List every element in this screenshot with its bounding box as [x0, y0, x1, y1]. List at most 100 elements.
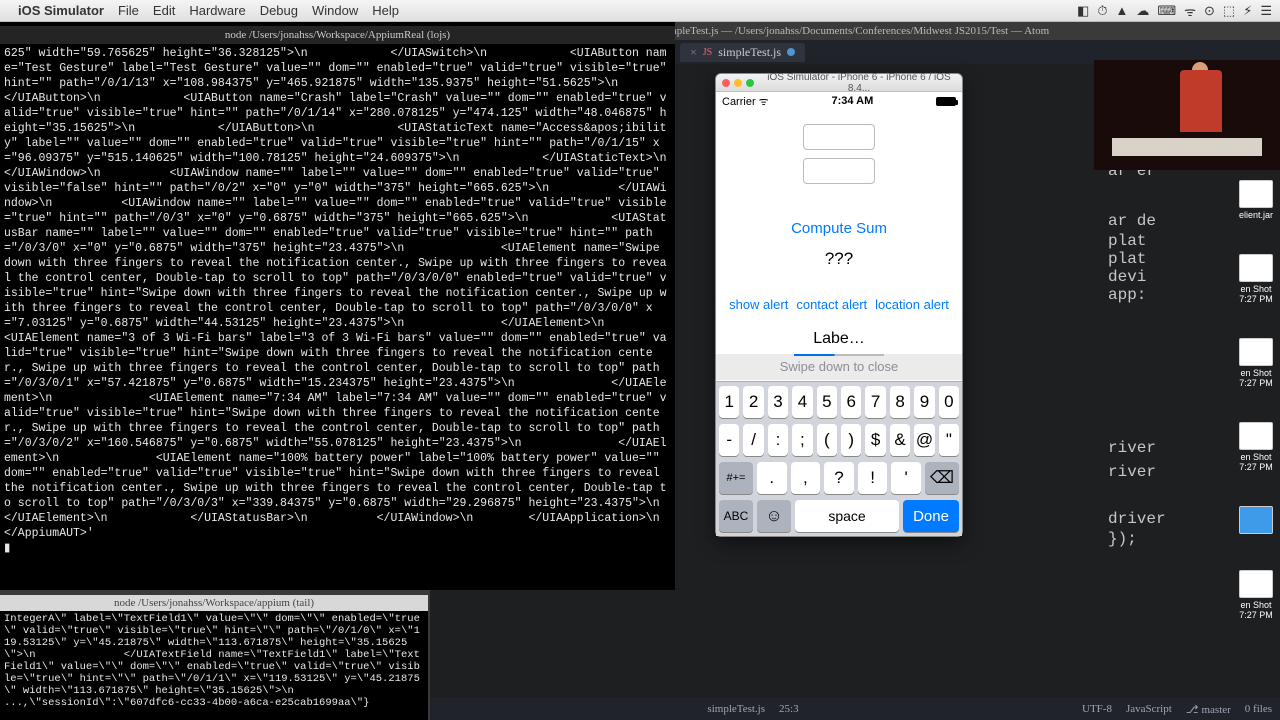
sim-titlebar[interactable]: iOS Simulator - iPhone 6 - iPhone 6 / iO… [716, 74, 962, 92]
sim-title: iOS Simulator - iPhone 6 - iPhone 6 / iO… [762, 72, 956, 94]
kb-row-2: - / : ; ( ) $ & @ " [719, 424, 959, 456]
battery-icon[interactable]: ⚡︎ [1243, 3, 1252, 19]
key-abc[interactable]: ABC [719, 500, 753, 532]
terminal1-titlebar[interactable]: node /Users/jonahss/Workspace/AppiumReal… [0, 26, 675, 44]
status-encoding[interactable]: UTF-8 [1082, 703, 1112, 715]
zoom-icon[interactable] [746, 79, 754, 87]
desktop-file-selected[interactable] [1232, 506, 1280, 536]
key-semicolon[interactable]: ; [792, 424, 812, 456]
status-git-changes[interactable]: 0 files [1245, 703, 1272, 715]
tab-file-icon: JS [703, 47, 712, 58]
battery-icon [936, 97, 956, 106]
key-dollar[interactable]: $ [865, 424, 885, 456]
app-name[interactable]: iOS Simulator [18, 3, 104, 18]
key-emoji[interactable]: ☺ [757, 500, 791, 532]
key-colon[interactable]: : [768, 424, 788, 456]
key-question[interactable]: ? [824, 462, 854, 494]
key-3[interactable]: 3 [768, 386, 788, 418]
terminal-appium-real[interactable]: node /Users/jonahss/Workspace/AppiumReal… [0, 22, 675, 590]
statusitem-4[interactable]: ☁︎ [1136, 3, 1149, 19]
menu-hamburger-icon[interactable]: ☰ [1260, 3, 1272, 19]
key-slash[interactable]: / [743, 424, 763, 456]
key-period[interactable]: . [757, 462, 787, 494]
text-field-a[interactable] [803, 124, 875, 150]
desktop-file-jar[interactable]: elient.jar [1232, 180, 1280, 220]
statusitem-5[interactable]: ⌨︎ [1157, 3, 1176, 19]
key-lparen[interactable]: ( [817, 424, 837, 456]
wifi-icon[interactable]: ᯤ [1184, 2, 1196, 20]
kb-row-1: 1 2 3 4 5 6 7 8 9 0 [719, 386, 959, 418]
kb-row-4: ABC ☺ space Done [719, 500, 959, 532]
key-apostrophe[interactable]: ' [891, 462, 921, 494]
key-4[interactable]: 4 [792, 386, 812, 418]
status-cursor-pos[interactable]: 25:3 [779, 703, 799, 715]
key-at[interactable]: @ [914, 424, 934, 456]
alert-buttons-row: show alert contact alert location alert [729, 297, 949, 312]
text-field-b[interactable] [803, 158, 875, 184]
compute-sum-button[interactable]: Compute Sum [791, 220, 887, 237]
menu-file[interactable]: File [118, 3, 139, 18]
minimize-icon[interactable] [734, 79, 742, 87]
key-backspace[interactable]: ⌫ [925, 462, 959, 494]
swipe-hint-overlay: Swipe down to close [716, 354, 962, 380]
code-frag-9: }); [1108, 530, 1137, 548]
terminal2-output: IntegerA\" label=\"TextField1\" value=\"… [0, 611, 428, 711]
kb-row-3: #+= . , ? ! ' ⌫ [719, 462, 959, 494]
ios-simulator-window[interactable]: iOS Simulator - iPhone 6 - iPhone 6 / iO… [715, 73, 963, 537]
key-7[interactable]: 7 [865, 386, 885, 418]
key-8[interactable]: 8 [890, 386, 910, 418]
key-rparen[interactable]: ) [841, 424, 861, 456]
status-git-branch[interactable]: master [1186, 703, 1231, 716]
menu-debug[interactable]: Debug [260, 3, 298, 18]
desktop-file-screenshot-4[interactable]: en Shot 7:27 PM [1232, 570, 1280, 620]
desktop-icons: elient.jar en Shot 7:27 PM en Shot 7:27 … [1232, 180, 1280, 620]
menu-window[interactable]: Window [312, 3, 358, 18]
key-0[interactable]: 0 [939, 386, 959, 418]
status-language[interactable]: JavaScript [1126, 703, 1172, 715]
desktop-file-screenshot-1[interactable]: en Shot 7:27 PM [1232, 254, 1280, 304]
editor-tab-simpletest[interactable]: × JS simpleTest.js [680, 43, 805, 62]
key-5[interactable]: 5 [817, 386, 837, 418]
key-exclaim[interactable]: ! [858, 462, 888, 494]
speaker-body [1180, 70, 1222, 132]
editor-statusbar: simpleTest.js 25:3 UTF-8 JavaScript mast… [430, 698, 1280, 720]
statusitem-3[interactable]: ▲ [1115, 3, 1128, 18]
key-quote[interactable]: " [939, 424, 959, 456]
statusitem-2[interactable]: ⏱ [1097, 3, 1107, 19]
key-1[interactable]: 1 [719, 386, 739, 418]
sim-app-body: Compute Sum ??? show alert contact alert… [716, 110, 962, 381]
contact-alert-button[interactable]: contact alert [796, 297, 867, 312]
key-comma[interactable]: , [791, 462, 821, 494]
key-space[interactable]: space [795, 500, 899, 532]
key-6[interactable]: 6 [841, 386, 861, 418]
key-done[interactable]: Done [903, 500, 959, 532]
desktop-file-screenshot-2[interactable]: en Shot 7:27 PM [1232, 338, 1280, 388]
key-dash[interactable]: - [719, 424, 739, 456]
status-file[interactable]: simpleTest.js [707, 703, 765, 715]
close-icon[interactable] [722, 79, 730, 87]
clock-label: 7:34 AM [831, 95, 873, 107]
mac-menubar: iOS Simulator File Edit Hardware Debug W… [0, 0, 1280, 22]
key-9[interactable]: 9 [914, 386, 934, 418]
terminal-appium-tail[interactable]: node /Users/jonahss/Workspace/appium (ta… [0, 595, 428, 720]
desktop-file-screenshot-3[interactable]: en Shot 7:27 PM [1232, 422, 1280, 472]
statusitem-8[interactable]: ⬚ [1223, 3, 1235, 19]
code-frag-7a: river [1108, 439, 1156, 457]
menu-edit[interactable]: Edit [153, 3, 175, 18]
menu-hardware[interactable]: Hardware [189, 3, 245, 18]
tab-close-icon[interactable]: × [690, 45, 697, 60]
terminal1-output: 625" width="59.765625" height="36.328125… [4, 46, 671, 556]
key-2[interactable]: 2 [743, 386, 763, 418]
terminal2-titlebar[interactable]: node /Users/jonahss/Workspace/appium (ta… [0, 595, 428, 611]
code-frag-7b: river [1108, 463, 1156, 481]
menu-help[interactable]: Help [372, 3, 399, 18]
tab-modified-icon [787, 48, 795, 56]
show-alert-button[interactable]: show alert [729, 297, 788, 312]
statusitem-1[interactable]: ◧ [1077, 3, 1089, 19]
location-alert-button[interactable]: location alert [875, 297, 949, 312]
statusitem-7[interactable]: ⊙ [1204, 3, 1215, 19]
key-amp[interactable]: & [890, 424, 910, 456]
switch-label: Labe… [813, 330, 865, 348]
sum-result-label: ??? [825, 249, 853, 269]
key-more-symbols[interactable]: #+= [719, 462, 753, 494]
